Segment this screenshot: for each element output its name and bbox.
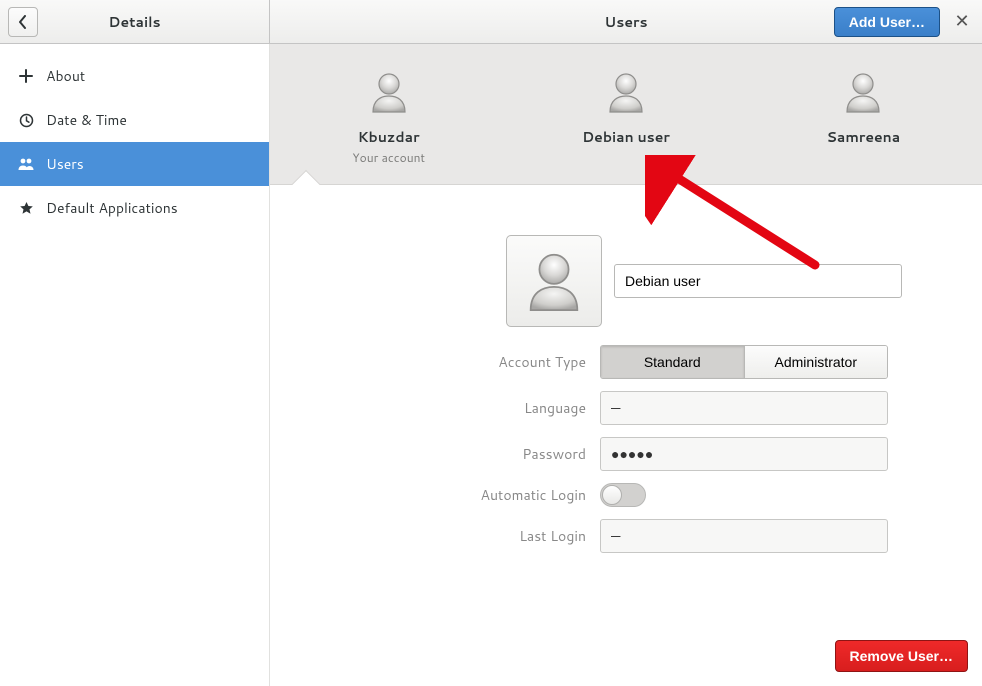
- lastlogin-label: Last Login: [310, 526, 600, 546]
- password-label: Password: [310, 444, 600, 464]
- close-icon: ✕: [954, 11, 969, 32]
- header-right: Users Add User… ✕: [270, 0, 982, 43]
- close-button[interactable]: ✕: [950, 10, 974, 34]
- sidebar-item-label: Default Applications: [46, 198, 178, 218]
- avatar-icon: [602, 68, 650, 116]
- user-card-kbuzdar[interactable]: Kbuzdar Your account: [314, 68, 464, 166]
- avatar-icon: [519, 246, 589, 316]
- language-field[interactable]: —: [600, 391, 888, 425]
- back-button[interactable]: [8, 7, 38, 37]
- detail-pane: Account Type Standard Administrator Lang…: [270, 185, 982, 686]
- sidebar-item-default-apps[interactable]: Default Applications: [0, 186, 269, 230]
- sidebar-item-users[interactable]: Users: [0, 142, 269, 186]
- account-type-standard[interactable]: Standard: [601, 346, 744, 378]
- account-type-label: Account Type: [310, 352, 600, 372]
- autologin-label: Automatic Login: [310, 485, 600, 505]
- clock-icon: [18, 112, 34, 128]
- language-value: —: [611, 398, 620, 418]
- user-name: Debian user: [551, 127, 701, 147]
- user-strip: Kbuzdar Your account Debian user Samreen…: [270, 44, 982, 185]
- headerbar: Details Users Add User… ✕: [0, 0, 982, 44]
- avatar-button[interactable]: [506, 235, 602, 327]
- avatar-icon: [365, 68, 413, 116]
- add-user-button[interactable]: Add User…: [834, 7, 940, 37]
- user-sub: Your account: [314, 149, 464, 166]
- user-card-samreena[interactable]: Samreena: [788, 68, 938, 166]
- password-value: ●●●●●: [611, 444, 653, 464]
- user-card-debian-user[interactable]: Debian user: [551, 68, 701, 166]
- account-type-admin[interactable]: Administrator: [744, 346, 888, 378]
- sidebar-item-label: About: [46, 66, 85, 86]
- lastlogin-value: —: [611, 526, 620, 546]
- content: Kbuzdar Your account Debian user Samreen…: [270, 44, 982, 686]
- chevron-left-icon: [18, 15, 28, 29]
- lastlogin-field[interactable]: —: [600, 519, 888, 553]
- user-name: Samreena: [788, 127, 938, 147]
- autologin-switch[interactable]: [600, 483, 646, 507]
- star-icon: [18, 200, 34, 216]
- sidebar-item-about[interactable]: About: [0, 54, 269, 98]
- people-icon: [18, 156, 34, 172]
- sidebar-item-label: Date & Time: [46, 110, 127, 130]
- switch-knob: [602, 485, 622, 505]
- language-label: Language: [310, 398, 600, 418]
- plus-icon: [18, 68, 34, 84]
- sidebar: About Date & Time Users Default Applicat…: [0, 44, 270, 686]
- account-type-segmented: Standard Administrator: [600, 345, 888, 379]
- remove-user-button[interactable]: Remove User…: [835, 640, 969, 672]
- avatar-icon: [839, 68, 887, 116]
- sidebar-item-datetime[interactable]: Date & Time: [0, 98, 269, 142]
- user-name: Kbuzdar: [314, 127, 464, 147]
- details-title: Details: [0, 12, 269, 32]
- password-field[interactable]: ●●●●●: [600, 437, 888, 471]
- header-left: Details: [0, 0, 270, 43]
- name-input[interactable]: [614, 264, 902, 298]
- sidebar-item-label: Users: [46, 154, 84, 174]
